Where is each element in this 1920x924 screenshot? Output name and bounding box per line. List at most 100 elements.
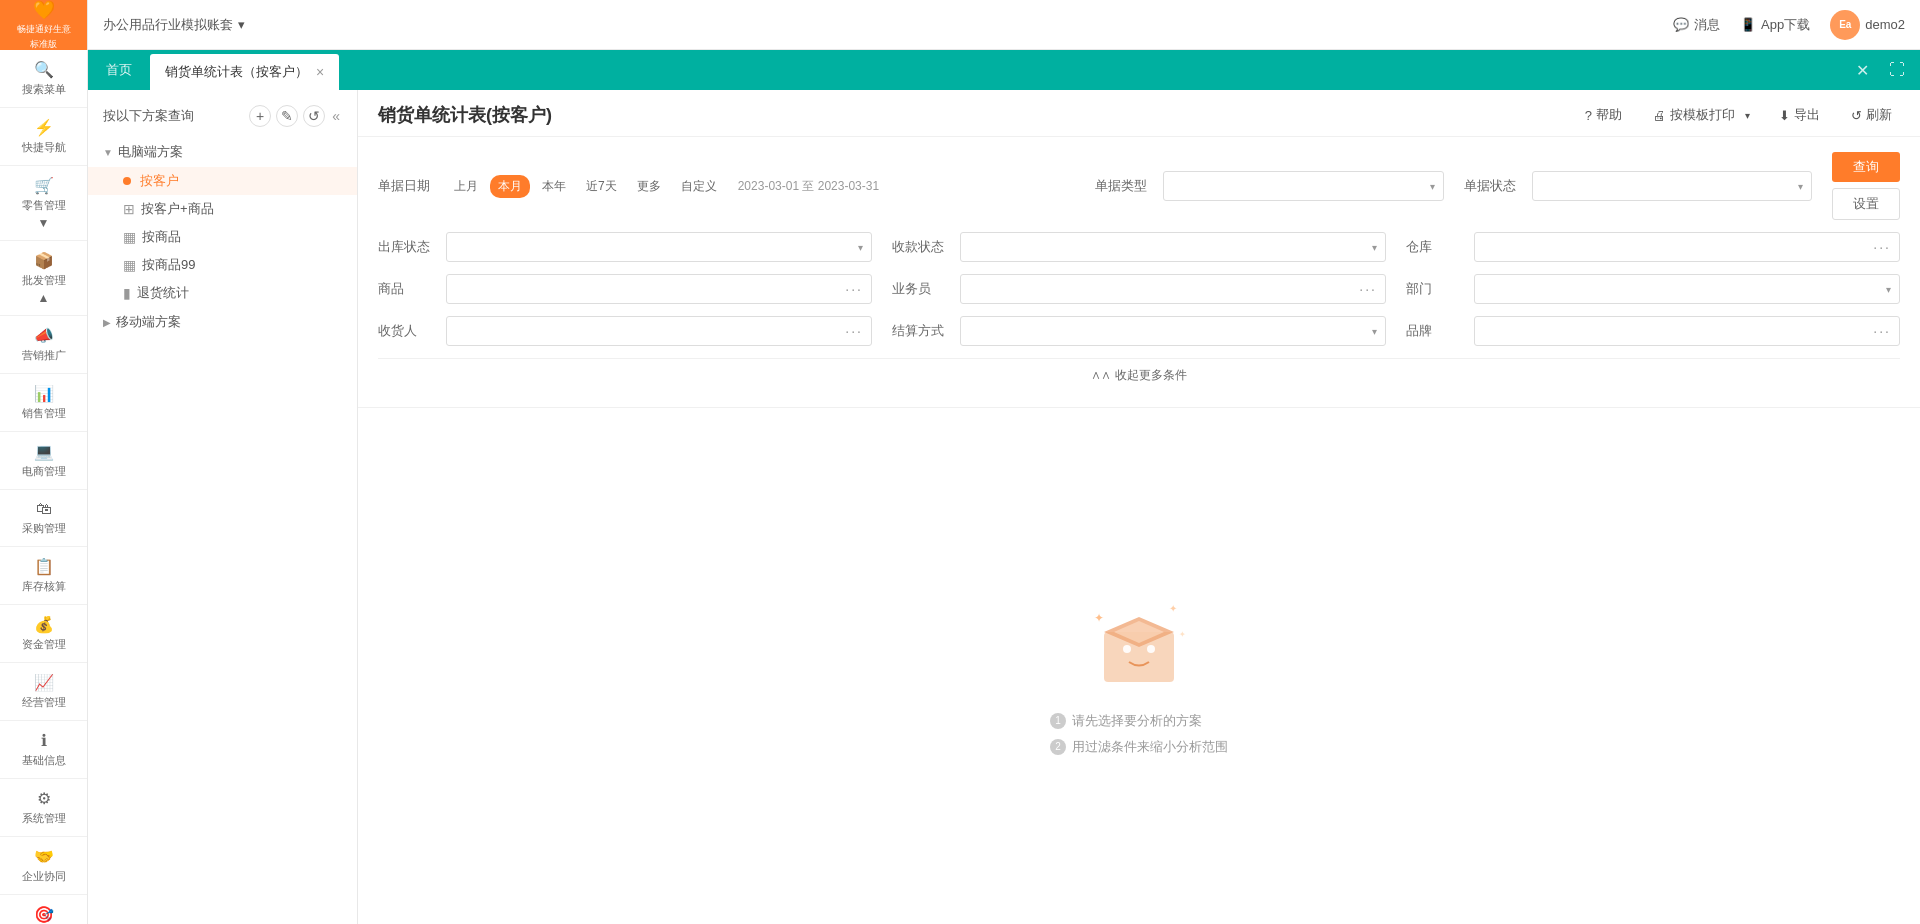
page-actions: ? 帮助 🖨 按模板打印 ▾ ⬇ 导出: [1577, 102, 1900, 128]
collapse-filter-button[interactable]: ∧∧ 收起更多条件: [378, 358, 1900, 392]
user-profile-button[interactable]: Ea demo2: [1830, 10, 1905, 40]
tab-home[interactable]: 首页: [88, 52, 150, 88]
tree-arrow-icon: ▼: [103, 147, 113, 158]
sidebar-item-system[interactable]: ⚙ 系统管理: [0, 779, 87, 837]
tree-child-by-product-99[interactable]: ▦ 按商品99: [88, 251, 357, 279]
department-select[interactable]: ▾: [1474, 274, 1900, 304]
date-tab-custom[interactable]: 自定义: [673, 175, 725, 198]
finance-icon: 💰: [34, 615, 54, 634]
retail-icon: 🛒: [34, 176, 54, 195]
sidebar-item-ecommerce[interactable]: 💻 电商管理: [0, 432, 87, 490]
tree-child-by-customer-product[interactable]: ⊞ 按客户+商品: [88, 195, 357, 223]
sidebar-item-basic-info[interactable]: ℹ 基础信息: [0, 721, 87, 779]
product-select[interactable]: ···: [446, 274, 872, 304]
sidebar-item-finance[interactable]: 💰 资金管理: [0, 605, 87, 663]
message-button[interactable]: 💬 消息: [1673, 16, 1720, 34]
warehouse-select[interactable]: ···: [1474, 232, 1900, 262]
message-icon: 💬: [1673, 17, 1689, 32]
filter-doctype-group: 单据类型 ▾: [1095, 171, 1444, 201]
ellipsis-icon: ···: [1873, 239, 1891, 255]
home-tab-label: 首页: [106, 61, 132, 79]
filter-date-group: 单据日期 上月 本月 本年 近7天 更多 自定义 2023-03-01 至 20…: [378, 175, 1075, 198]
inventory-icon: 📋: [34, 557, 54, 576]
chevron-down-icon: ▾: [1372, 326, 1377, 337]
date-tab-this-month[interactable]: 本月: [490, 175, 530, 198]
sidebar-item-purchase[interactable]: 🛍 采购管理: [0, 490, 87, 547]
edit-icon: ✎: [281, 108, 293, 124]
tree-child-return-stats[interactable]: ▮ 退货统计: [88, 279, 357, 307]
outstatus-select[interactable]: ▾: [446, 232, 872, 262]
date-tab-last-month[interactable]: 上月: [446, 175, 486, 198]
sidebar-item-operations[interactable]: 📈 经营管理: [0, 663, 87, 721]
tree-desktop: ▼ 电脑端方案 按客户 ⊞ 按客户+商品 ▦ 按商品 ▦ 按商品99: [88, 137, 357, 307]
industry-select[interactable]: 办公用品行业模拟账套 ▾: [103, 16, 245, 34]
sidebar-item-retail[interactable]: 🛒 零售管理 ▼: [0, 166, 87, 241]
app-download-button[interactable]: 📱 App下载: [1740, 16, 1810, 34]
collapse-panel-button[interactable]: «: [330, 106, 342, 126]
window-close-icon[interactable]: ✕: [1851, 59, 1874, 82]
tree-child-by-product[interactable]: ▦ 按商品: [88, 223, 357, 251]
settings-button[interactable]: 设置: [1832, 188, 1900, 220]
salesperson-select[interactable]: ···: [960, 274, 1386, 304]
doctype-select[interactable]: ▾: [1163, 171, 1444, 201]
left-panel-header: 按以下方案查询 + ✎ ↺ «: [88, 100, 357, 137]
sidebar-item-label: 经营管理: [22, 695, 66, 710]
export-button[interactable]: ⬇ 导出: [1771, 102, 1828, 128]
query-btn-group: 查询 设置: [1832, 152, 1900, 220]
sidebar-item-inventory[interactable]: 📋 库存核算: [0, 547, 87, 605]
expand-arrow: ▼: [38, 216, 50, 230]
recipient-select[interactable]: ···: [446, 316, 872, 346]
sidebar-item-search[interactable]: 🔍 搜索菜单: [0, 50, 87, 108]
sidebar-item-enterprise[interactable]: 🤝 企业协同: [0, 837, 87, 895]
print-button[interactable]: 🖨 按模板打印: [1645, 102, 1739, 128]
print-dropdown-arrow[interactable]: ▾: [1739, 106, 1756, 125]
app-logo: 🧡 畅捷通好生意 标准版: [0, 0, 87, 50]
sales-icon: 📊: [34, 384, 54, 403]
tree-child-by-customer[interactable]: 按客户: [88, 167, 357, 195]
date-tab-more[interactable]: 更多: [629, 175, 669, 198]
sidebar-item-guide[interactable]: 🎯 新手引导: [0, 895, 87, 924]
docstatus-select[interactable]: ▾: [1532, 171, 1813, 201]
tree-parent-label: 移动端方案: [116, 313, 181, 331]
sidebar-item-wholesale[interactable]: 📦 批发管理 ▲: [0, 241, 87, 316]
brand-select[interactable]: ···: [1474, 316, 1900, 346]
empty-state: ✦ ✦ ✦ 1 请先选择要分析的方案 2 用过滤条件来缩小分析范围: [358, 408, 1920, 924]
sidebar-item-label: 销售管理: [22, 406, 66, 421]
sidebar-item-quick-nav[interactable]: ⚡ 快捷导航: [0, 108, 87, 166]
sidebar-item-label: 批发管理: [22, 273, 66, 288]
help-button[interactable]: ? 帮助: [1577, 102, 1630, 128]
refresh-button[interactable]: ↺ 刷新: [1843, 102, 1900, 128]
left-panel: 按以下方案查询 + ✎ ↺ «: [88, 90, 358, 924]
tree-child-label: 按客户: [140, 172, 179, 190]
tab-close-icon[interactable]: ×: [316, 64, 324, 80]
ellipsis-icon: ···: [845, 281, 863, 297]
chevron-down-icon: ▾: [238, 17, 245, 32]
date-tab-this-year[interactable]: 本年: [534, 175, 574, 198]
date-tab-7days[interactable]: 近7天: [578, 175, 625, 198]
empty-tips: 1 请先选择要分析的方案 2 用过滤条件来缩小分析范围: [1050, 712, 1228, 756]
product-label: 商品: [378, 280, 438, 298]
sidebar-item-sales[interactable]: 📊 销售管理: [0, 374, 87, 432]
tree-parent-desktop[interactable]: ▼ 电脑端方案: [88, 137, 357, 167]
export-icon: ⬇: [1779, 108, 1790, 123]
date-tabs: 上月 本月 本年 近7天 更多 自定义: [446, 175, 725, 198]
filter-outstatus-group: 出库状态 ▾: [378, 232, 872, 262]
tab-active[interactable]: 销货单统计表（按客户） ×: [150, 54, 339, 90]
content-wrapper: 按以下方案查询 + ✎ ↺ «: [88, 90, 1920, 924]
edit-scheme-button[interactable]: ✎: [276, 105, 298, 127]
tree-parent-mobile[interactable]: ▶ 移动端方案: [88, 307, 357, 337]
settlement-select[interactable]: ▾: [960, 316, 1386, 346]
filter-docstatus-group: 单据状态 ▾: [1464, 171, 1813, 201]
query-button[interactable]: 查询: [1832, 152, 1900, 182]
guide-icon: 🎯: [34, 905, 54, 924]
add-scheme-button[interactable]: +: [249, 105, 271, 127]
sidebar-item-marketing[interactable]: 📣 营销推广: [0, 316, 87, 374]
collapse-up-icon: ∧∧: [1091, 368, 1111, 382]
sidebar: 🧡 畅捷通好生意 标准版 🔍 搜索菜单 ⚡ 快捷导航 🛒 零售管理 ▼ 📦 批发…: [0, 0, 88, 924]
refresh-scheme-button[interactable]: ↺: [303, 105, 325, 127]
receiptstatus-select[interactable]: ▾: [960, 232, 1386, 262]
ellipsis-icon: ···: [1873, 323, 1891, 339]
window-controls: ✕ ⛶: [1851, 59, 1920, 82]
sidebar-item-label: 库存核算: [22, 579, 66, 594]
window-maximize-icon[interactable]: ⛶: [1884, 59, 1910, 81]
